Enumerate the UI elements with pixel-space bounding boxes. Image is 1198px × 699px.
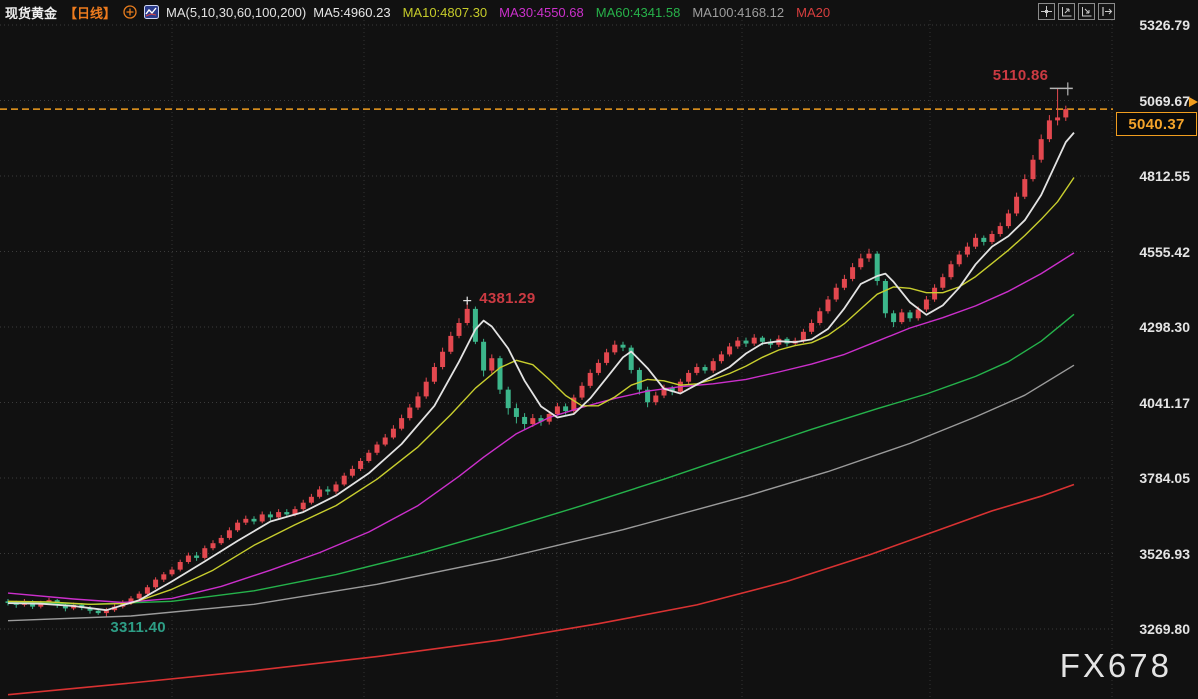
candles-layer bbox=[5, 88, 1069, 617]
crosshair-tool-button[interactable] bbox=[1038, 3, 1055, 20]
price-axis-tick: 5069.67 bbox=[1139, 92, 1190, 109]
instrument-title: 现货黄金 bbox=[5, 5, 58, 21]
price-axis-tick: 3269.80 bbox=[1139, 621, 1190, 637]
price-up-arrow-icon bbox=[1189, 96, 1198, 107]
swing-high-marker bbox=[463, 296, 472, 305]
price-axis-tick: 3526.93 bbox=[1139, 545, 1190, 562]
annotation-session-high: 5110.86 bbox=[992, 67, 1049, 85]
price-axis-tick: 4555.42 bbox=[1139, 243, 1190, 260]
ma-line-ma100 bbox=[7, 364, 1075, 622]
candlestick-chart[interactable] bbox=[0, 0, 1198, 699]
price-axis-tick: 3784.05 bbox=[1139, 470, 1190, 486]
ma-legend: MA5:4960.23 MA10:4807.30 MA30:4550.68 MA60:… bbox=[313, 5, 830, 20]
axis-scale-left-button[interactable] bbox=[1058, 3, 1075, 20]
ma-params-label: MA(5,10,30,60,100,200) bbox=[166, 4, 307, 20]
ma-legend-item: MA60:4341.58 bbox=[595, 4, 681, 20]
pane-exit-button[interactable] bbox=[1098, 3, 1115, 20]
chart-header: 现货黄金 【日线】 MA(5,10,30,60,100,200) MA5:496… bbox=[5, 3, 830, 21]
ma-legend-item: MA10:4807.30 bbox=[402, 4, 488, 20]
trading-chart-window: 现货黄金 【日线】 MA(5,10,30,60,100,200) MA5:496… bbox=[0, 0, 1198, 699]
ma-line-ma200 bbox=[7, 483, 1075, 696]
timeframe-label: 【日线】 bbox=[64, 5, 117, 21]
ma-legend-item: MA5:4960.23 bbox=[313, 4, 391, 20]
chart-toolbar bbox=[1038, 3, 1115, 20]
ma-line-ma60 bbox=[7, 313, 1075, 605]
ma-legend-item: MA30:4550.68 bbox=[499, 4, 584, 20]
grid-layer bbox=[0, 20, 1113, 699]
price-axis-tick: 4812.55 bbox=[1139, 168, 1190, 184]
last-price-label: 5040.37 bbox=[1116, 112, 1197, 137]
ma-legend-item: MA100:4168.12 bbox=[692, 4, 785, 20]
chart-type-icon[interactable] bbox=[144, 5, 160, 19]
ma-legend-item: MA20 bbox=[796, 4, 831, 20]
add-indicator-icon[interactable] bbox=[123, 5, 137, 19]
ma-lines-layer bbox=[7, 132, 1075, 696]
price-axis-tick: 4298.30 bbox=[1139, 319, 1190, 335]
session-high-marker bbox=[1049, 82, 1073, 96]
annotation-swing-low: 3311.40 bbox=[110, 618, 166, 636]
price-axis-tick: 4041.17 bbox=[1139, 394, 1190, 411]
ma-line-ma10 bbox=[7, 177, 1075, 605]
annotation-swing-high: 4381.29 bbox=[479, 289, 536, 307]
axis-scale-right-button[interactable] bbox=[1078, 3, 1095, 20]
fx678-watermark: FX678 bbox=[1059, 647, 1172, 684]
